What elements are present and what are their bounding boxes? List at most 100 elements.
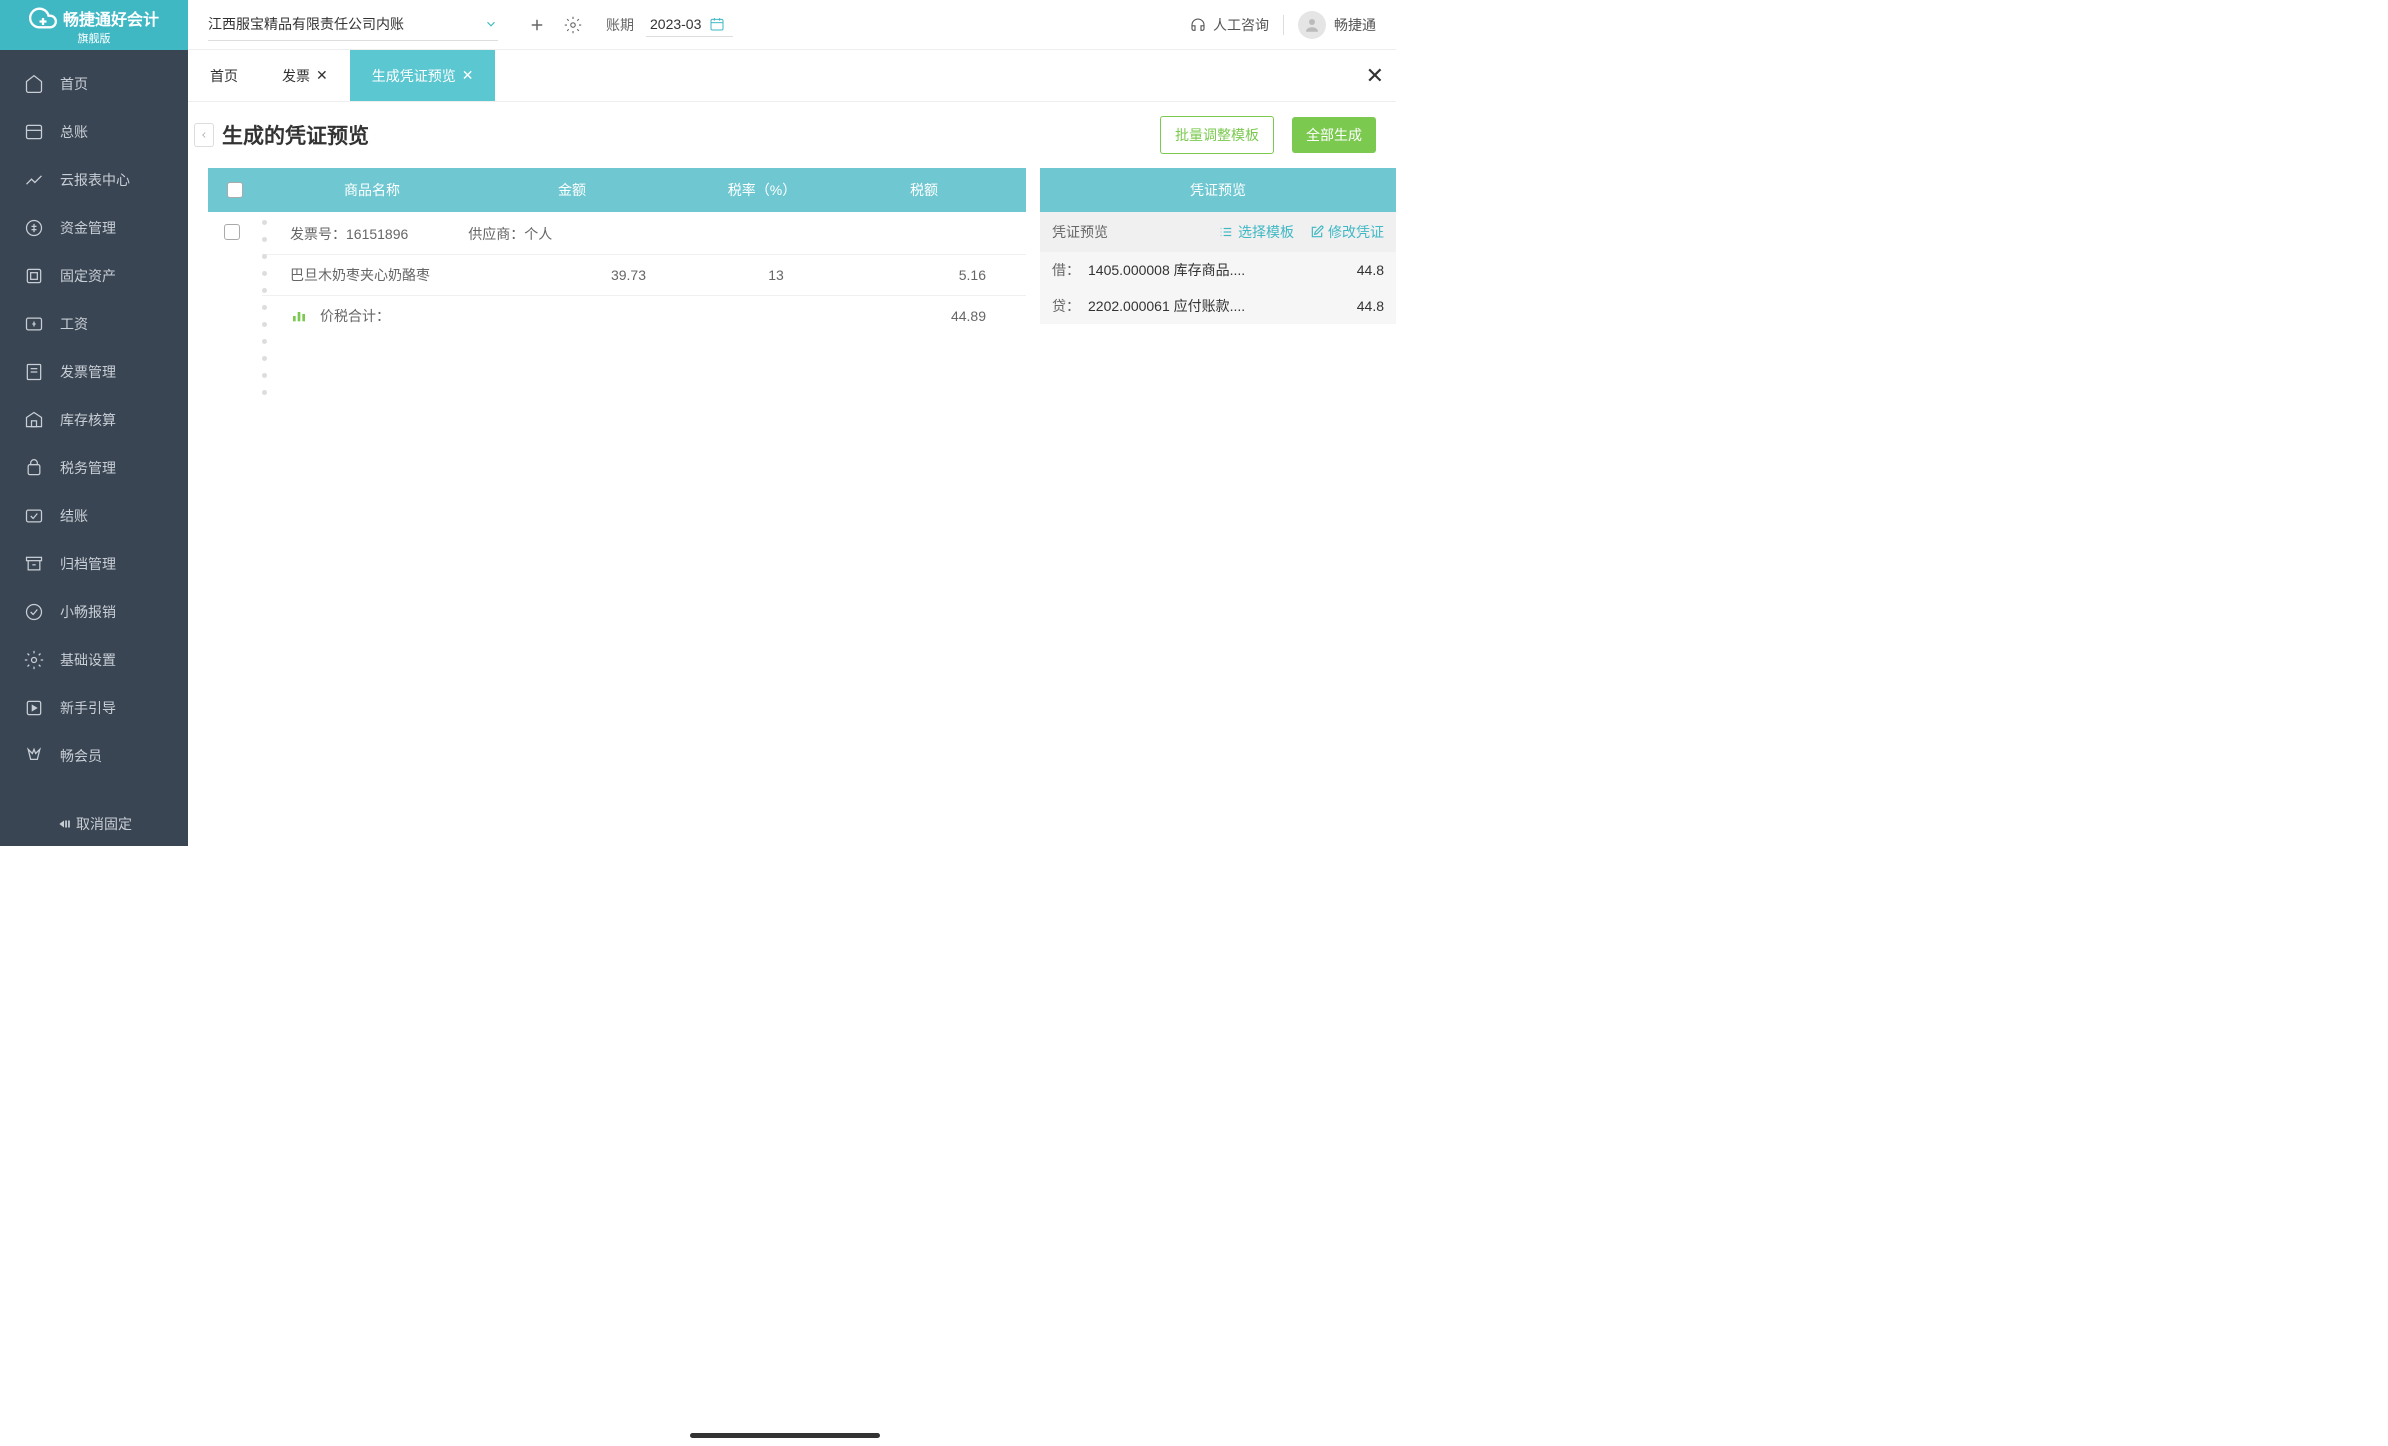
- sidebar-item-expense[interactable]: 小畅报销: [0, 588, 188, 636]
- entry-amount: 44.8: [1357, 298, 1384, 314]
- edit-voucher-label: 修改凭证: [1328, 222, 1384, 242]
- batch-adjust-button[interactable]: 批量调整模板: [1160, 116, 1274, 154]
- sidebar-item-invoice[interactable]: 发票管理: [0, 348, 188, 396]
- sidebar-item-label: 基础设置: [60, 650, 116, 670]
- invoice-icon: [24, 362, 44, 382]
- sidebar-item-archive[interactable]: 归档管理: [0, 540, 188, 588]
- user-icon: [1303, 16, 1321, 34]
- sidebar-item-funds[interactable]: 资金管理: [0, 204, 188, 252]
- total-value: 44.89: [876, 308, 1026, 324]
- preview-toolbar: 凭证预览 选择模板 修改凭证: [1040, 212, 1396, 252]
- headset-icon: [1189, 16, 1207, 34]
- sidebar-item-ledger[interactable]: 总账: [0, 108, 188, 156]
- tab-voucher-preview[interactable]: 生成凭证预览 ✕: [350, 50, 496, 101]
- sidebar-item-guide[interactable]: 新手引导: [0, 684, 188, 732]
- generate-all-button[interactable]: 全部生成: [1292, 117, 1376, 153]
- topbar: 江西服宝精品有限责任公司内账 账期 2023-03 人工咨询: [188, 0, 1396, 50]
- cell-tax: 5.16: [876, 267, 1026, 283]
- sidebar-header: 畅捷通好会计 旗舰版: [0, 0, 188, 50]
- sidebar-item-label: 资金管理: [60, 218, 116, 238]
- sidebar-nav: 首页 总账 云报表中心 资金管理 固定资产 工资: [0, 50, 188, 802]
- sidebar-item-home[interactable]: 首页: [0, 60, 188, 108]
- invoice-header-row: 发票号：16151896 供应商：个人: [262, 212, 1026, 254]
- user-menu[interactable]: 畅捷通: [1298, 11, 1376, 39]
- entry-account: 1405.000008 库存商品....: [1088, 260, 1345, 280]
- scroll-handle[interactable]: [690, 1433, 880, 1438]
- chevron-down-icon: [484, 17, 498, 31]
- username: 畅捷通: [1334, 15, 1376, 35]
- sidebar-item-settings[interactable]: 基础设置: [0, 636, 188, 684]
- cell-amount: 39.73: [496, 267, 676, 283]
- asset-icon: [24, 266, 44, 286]
- table-row: 巴旦木奶枣夹心奶酪枣 39.73 13 5.16: [262, 254, 1026, 295]
- drag-handle[interactable]: [262, 220, 267, 395]
- select-template-link[interactable]: 选择模板: [1218, 222, 1294, 242]
- sidebar-item-label: 结账: [60, 506, 88, 526]
- content: 生成的凭证预览 批量调整模板 全部生成 商品名称 金额 税率（%） 税额: [188, 102, 1396, 846]
- edit-icon: [1310, 225, 1324, 239]
- main: 江西服宝精品有限责任公司内账 账期 2023-03 人工咨询: [188, 0, 1396, 846]
- entry-amount: 44.8: [1357, 262, 1384, 278]
- tab-home[interactable]: 首页: [188, 50, 260, 101]
- tab-label: 发票: [282, 66, 310, 86]
- preview-header-title: 凭证预览: [1040, 168, 1396, 212]
- tab-label: 生成凭证预览: [372, 66, 456, 86]
- settings-button[interactable]: [564, 16, 582, 34]
- sidebar-item-salary[interactable]: 工资: [0, 300, 188, 348]
- consult-label: 人工咨询: [1213, 15, 1269, 35]
- table-header: 商品名称 金额 税率（%） 税额: [208, 168, 1026, 212]
- sidebar-item-label: 税务管理: [60, 458, 116, 478]
- sidebar-item-label: 畅会员: [60, 746, 102, 766]
- chart-icon: [24, 170, 44, 190]
- sidebar-unpin[interactable]: 取消固定: [0, 802, 188, 846]
- gear-icon: [24, 650, 44, 670]
- inventory-icon: [24, 410, 44, 430]
- edit-voucher-link[interactable]: 修改凭证: [1310, 222, 1384, 242]
- ledger-icon: [24, 122, 44, 142]
- table-body: 发票号：16151896 供应商：个人 巴旦木奶枣夹心奶酪枣 39.73 13 …: [208, 212, 1026, 336]
- list-icon: [1218, 225, 1234, 239]
- tab-close-icon[interactable]: ✕: [316, 67, 328, 84]
- sidebar-item-close[interactable]: 结账: [0, 492, 188, 540]
- company-selector[interactable]: 江西服宝精品有限责任公司内账: [208, 8, 498, 41]
- brand-name: 畅捷通好会计: [63, 6, 159, 30]
- tab-invoice[interactable]: 发票 ✕: [260, 50, 350, 101]
- select-all-checkbox[interactable]: [227, 182, 243, 198]
- period-selector[interactable]: 2023-03: [646, 12, 733, 37]
- sidebar: 畅捷通好会计 旗舰版 首页 总账 云报表中心 资金管理: [0, 0, 188, 846]
- consult-button[interactable]: 人工咨询: [1189, 15, 1284, 35]
- sidebar-item-assets[interactable]: 固定资产: [0, 252, 188, 300]
- sidebar-item-reports[interactable]: 云报表中心: [0, 156, 188, 204]
- preview-title: 凭证预览: [1052, 222, 1202, 242]
- tax-icon: [24, 458, 44, 478]
- total-label-text: 价税合计：: [320, 306, 390, 326]
- entry-side: 贷：: [1052, 296, 1076, 316]
- collapse-button[interactable]: [194, 123, 214, 147]
- tab-close-icon[interactable]: ✕: [462, 67, 474, 84]
- archive-icon: [24, 554, 44, 574]
- home-icon: [24, 74, 44, 94]
- sidebar-item-label: 固定资产: [60, 266, 116, 286]
- cell-name: 巴旦木奶枣夹心奶酪枣: [290, 265, 496, 285]
- sidebar-item-inventory[interactable]: 库存核算: [0, 396, 188, 444]
- sidebar-item-label: 首页: [60, 74, 88, 94]
- period-value-text: 2023-03: [650, 16, 701, 32]
- invoice-table: 商品名称 金额 税率（%） 税额 发票号：16151896: [208, 168, 1026, 846]
- add-button[interactable]: [528, 16, 546, 34]
- entry-account: 2202.000061 应付账款....: [1088, 296, 1345, 316]
- sidebar-item-member[interactable]: 畅会员: [0, 732, 188, 780]
- tabs-bar: 首页 发票 ✕ 生成凭证预览 ✕ ✕: [188, 50, 1396, 102]
- voucher-preview-panel: 凭证预览 凭证预览 选择模板 修改凭证: [1040, 168, 1396, 846]
- avatar: [1298, 11, 1326, 39]
- select-template-label: 选择模板: [1238, 222, 1294, 242]
- expense-icon: [24, 602, 44, 622]
- tab-label: 首页: [210, 66, 238, 86]
- sidebar-item-label: 总账: [60, 122, 88, 142]
- sidebar-item-tax[interactable]: 税务管理: [0, 444, 188, 492]
- total-row: 价税合计： 44.89: [262, 295, 1026, 336]
- sidebar-item-label: 工资: [60, 314, 88, 334]
- close-all-tabs[interactable]: ✕: [1366, 63, 1384, 89]
- entry-row: 借： 1405.000008 库存商品.... 44.8: [1040, 252, 1396, 288]
- th-amount: 金额: [482, 180, 662, 200]
- row-checkbox[interactable]: [224, 224, 240, 240]
